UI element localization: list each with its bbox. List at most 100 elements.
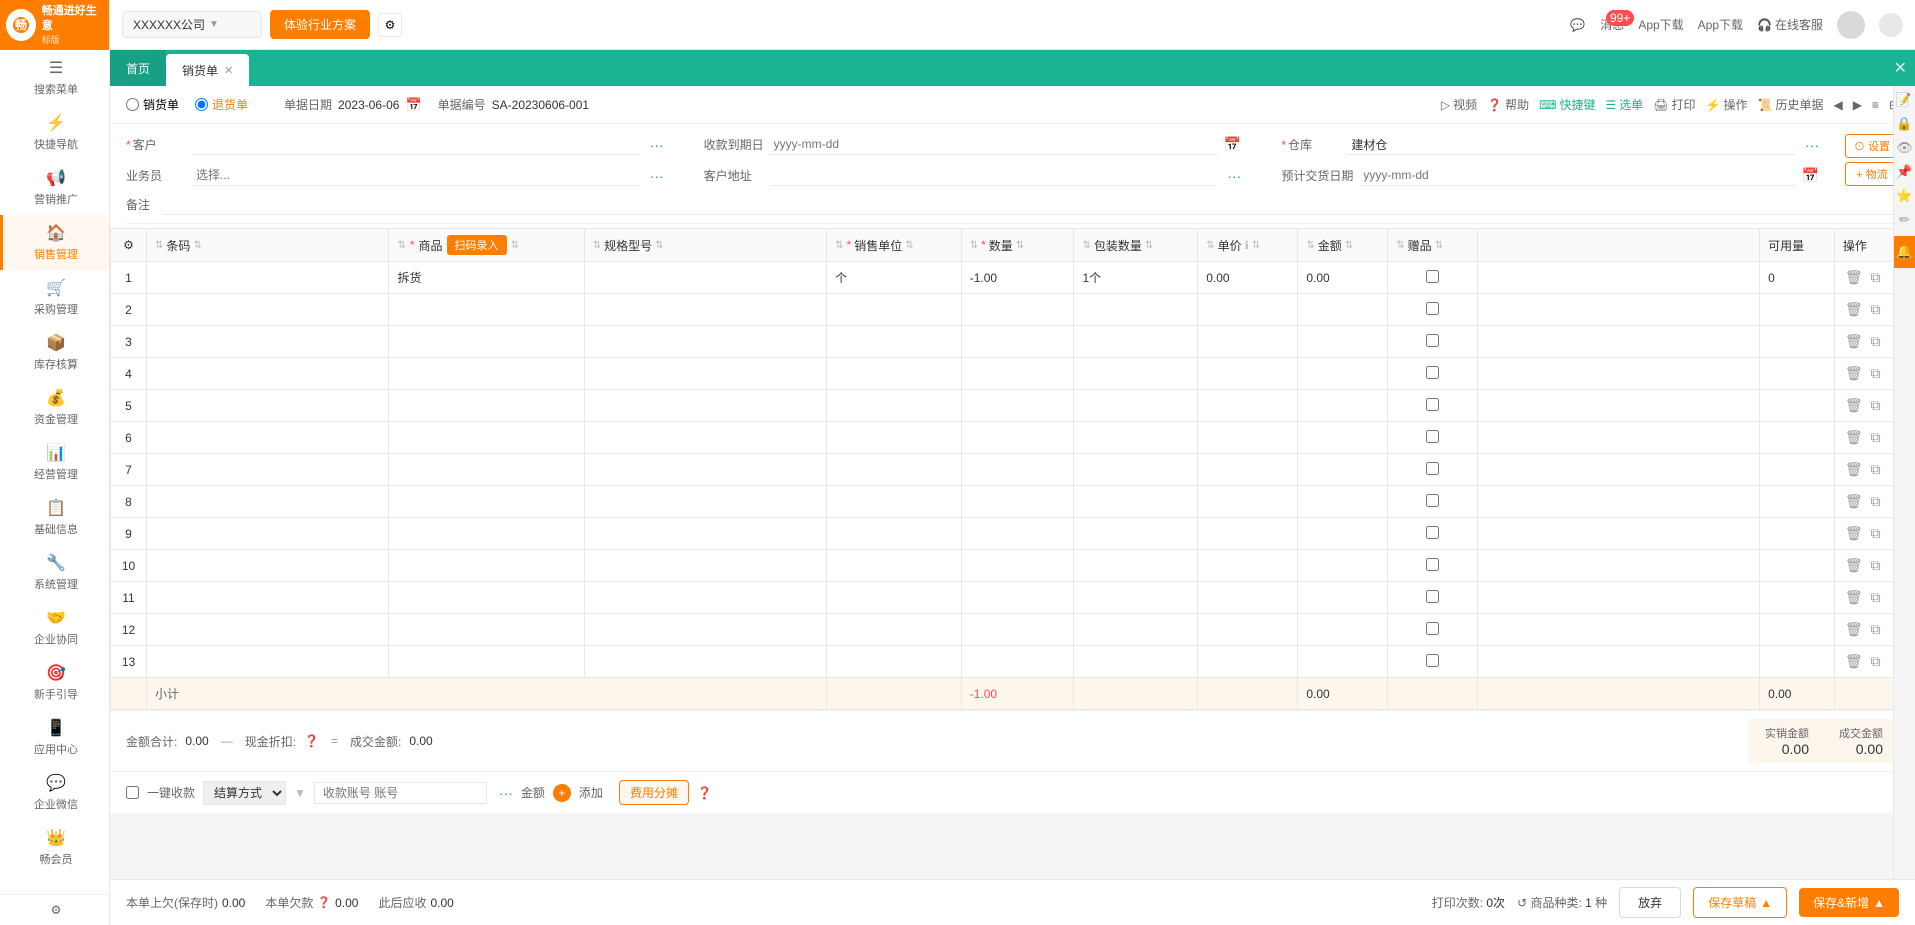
settings-btn[interactable]: ⊙ 设置	[1845, 134, 1899, 158]
customer-address-input[interactable]	[770, 165, 1218, 186]
delete-row-btn[interactable]: 🗑	[1843, 555, 1865, 576]
salesperson-select-btn[interactable]: ···	[650, 168, 664, 184]
sort-icon[interactable]: ⇅	[1082, 240, 1090, 251]
close-window-btn[interactable]: ✕	[1894, 58, 1915, 78]
calendar-icon[interactable]: 📅	[405, 97, 421, 113]
copy-row-btn[interactable]: ⧉	[1869, 331, 1883, 352]
customer-input[interactable]	[192, 134, 640, 155]
sort-icon[interactable]: ⇅	[593, 240, 601, 251]
sidebar-item-quick-nav[interactable]: ⚡ 快捷导航	[0, 105, 109, 160]
one-key-payment-checkbox[interactable]	[126, 786, 139, 799]
warehouse-input[interactable]	[1347, 134, 1795, 155]
sidebar-item-guide[interactable]: 🎯 新手引导	[0, 655, 109, 710]
save-new-btn[interactable]: 保存&新增 ▲	[1799, 888, 1899, 917]
delete-row-btn[interactable]: 🗑	[1843, 587, 1865, 608]
online-service-link[interactable]: 🎧 在线客服	[1757, 16, 1823, 33]
address-select-btn[interactable]: ···	[1227, 168, 1241, 184]
barcode-cell[interactable]	[147, 262, 389, 294]
message-notification[interactable]: 💬 99+ 消息	[1570, 16, 1624, 33]
copy-row-btn[interactable]: ⧉	[1869, 523, 1883, 544]
expense-split-btn[interactable]: 费用分摊	[619, 780, 689, 805]
delete-row-btn[interactable]: 🗑	[1843, 459, 1865, 480]
add-payment-btn[interactable]: +	[553, 784, 571, 802]
sidebar-item-app-center[interactable]: 📱 应用中心	[0, 710, 109, 765]
sort-icon[interactable]: ⇅	[1206, 240, 1214, 251]
copy-row-btn[interactable]: ⧉	[1869, 395, 1883, 416]
sidebar-item-system[interactable]: 🔧 系统管理	[0, 545, 109, 600]
app-download-text[interactable]: App下载	[1698, 16, 1743, 33]
delete-row-btn[interactable]: 🗑	[1843, 491, 1865, 512]
sort-icon[interactable]: ⇅	[1306, 240, 1314, 251]
copy-row-btn[interactable]: ⧉	[1869, 363, 1883, 384]
settlement-method-select[interactable]: 结算方式	[203, 781, 286, 805]
sidebar-item-sales-mgmt[interactable]: 🏠 销售管理	[0, 215, 109, 270]
copy-row-btn[interactable]: ⧉	[1869, 267, 1883, 288]
help-btn[interactable]: ❓ 帮助	[1487, 96, 1529, 113]
app-download-link[interactable]: App下载	[1638, 16, 1683, 33]
abandon-btn[interactable]: 放弃	[1619, 887, 1681, 918]
choose-order-btn[interactable]: ☰ 选单	[1605, 96, 1643, 113]
sidebar-item-inventory[interactable]: 📦 库存核算	[0, 325, 109, 380]
company-selector[interactable]: XXXXXX公司 ▼	[122, 11, 262, 38]
user-avatar-2[interactable]	[1879, 13, 1903, 37]
right-panel-icon-5[interactable]: ⭐	[1896, 188, 1912, 204]
info-circle-icon[interactable]: ℹ	[1245, 239, 1249, 252]
save-draft-btn[interactable]: 保存草稿 ▲	[1693, 887, 1787, 918]
payment-due-input[interactable]	[770, 134, 1218, 155]
delete-row-btn[interactable]: 🗑	[1843, 523, 1865, 544]
next-btn[interactable]: ▶	[1853, 98, 1862, 112]
history-btn[interactable]: 📜 历史单据	[1757, 96, 1823, 113]
sort-icon-2[interactable]: ⇅	[905, 240, 913, 251]
account-input[interactable]	[314, 782, 487, 804]
delete-row-btn[interactable]: 🗑	[1843, 363, 1865, 384]
customer-select-btn[interactable]: ···	[650, 137, 664, 153]
sidebar-item-basic-info[interactable]: 📋 基础信息	[0, 490, 109, 545]
sort-icon-2[interactable]: ⇅	[511, 240, 519, 251]
tab-sales-order[interactable]: 销货单 ✕	[166, 54, 249, 86]
sort-icon-2[interactable]: ⇅	[655, 240, 663, 251]
calendar-icon-delivery[interactable]: 📅	[1802, 167, 1819, 184]
copy-row-btn[interactable]: ⧉	[1869, 619, 1883, 640]
qty-cell[interactable]: -1.00	[961, 262, 1074, 294]
settings-gear-btn[interactable]: ⚙	[378, 13, 402, 37]
delete-row-btn[interactable]: 🗑	[1843, 331, 1865, 352]
sort-icon-2[interactable]: ⇅	[1435, 240, 1443, 251]
delivery-date-input[interactable]	[1359, 165, 1795, 186]
delete-row-btn[interactable]: 🗑	[1843, 651, 1865, 672]
view-list-icon[interactable]: ≡	[1872, 98, 1879, 112]
right-panel-icon-3[interactable]: 👁	[1896, 140, 1913, 156]
right-panel-icon-4[interactable]: 📌	[1896, 164, 1912, 180]
sort-icon-2[interactable]: ⇅	[1145, 240, 1153, 251]
sort-icon-2[interactable]: ⇅	[1016, 240, 1024, 251]
right-panel-icon-1[interactable]: 📝	[1897, 92, 1912, 108]
sort-icon[interactable]: ⇅	[1396, 240, 1404, 251]
right-panel-orange-btn[interactable]: 🔔	[1894, 236, 1915, 268]
sort-icon-2[interactable]: ⇅	[1252, 240, 1260, 251]
refresh-icon[interactable]: ↺	[1517, 896, 1527, 910]
copy-row-btn[interactable]: ⧉	[1869, 651, 1883, 672]
user-avatar[interactable]	[1837, 11, 1865, 39]
gift-cell[interactable]	[1388, 262, 1478, 294]
copy-row-btn[interactable]: ⧉	[1869, 299, 1883, 320]
sidebar-item-marketing[interactable]: 📢 营销推广	[0, 160, 109, 215]
warehouse-select-btn[interactable]: ···	[1805, 137, 1819, 153]
right-panel-icon-6[interactable]: ✏	[1899, 212, 1910, 228]
trial-btn[interactable]: 体验行业方案	[270, 10, 370, 39]
sidebar-item-purchase-mgmt[interactable]: 🛒 采购管理	[0, 270, 109, 325]
right-panel-icon-2[interactable]: 🔒	[1896, 116, 1912, 132]
sort-icon-2[interactable]: ⇅	[1345, 240, 1353, 251]
sidebar-item-operations[interactable]: 📊 经营管理	[0, 435, 109, 490]
delete-row-btn[interactable]: 🗑	[1843, 299, 1865, 320]
copy-row-btn[interactable]: ⧉	[1869, 587, 1883, 608]
question-icon-payment[interactable]: ❓	[697, 786, 712, 800]
sidebar-item-search-order[interactable]: ☰ 搜索菜单	[0, 50, 109, 105]
question-icon[interactable]: ❓	[304, 734, 319, 748]
sort-icon-2[interactable]: ⇅	[193, 240, 201, 251]
calendar-icon[interactable]: 📅	[1224, 136, 1241, 153]
price-cell[interactable]: 0.00	[1198, 262, 1298, 294]
print-btn[interactable]: 🖨 打印	[1653, 96, 1695, 113]
sort-icon[interactable]: ⇅	[970, 240, 978, 251]
radio-sales-order[interactable]: 销货单	[126, 96, 179, 113]
video-btn[interactable]: ▷ 视频	[1441, 96, 1477, 113]
delete-row-btn[interactable]: 🗑	[1843, 267, 1865, 288]
